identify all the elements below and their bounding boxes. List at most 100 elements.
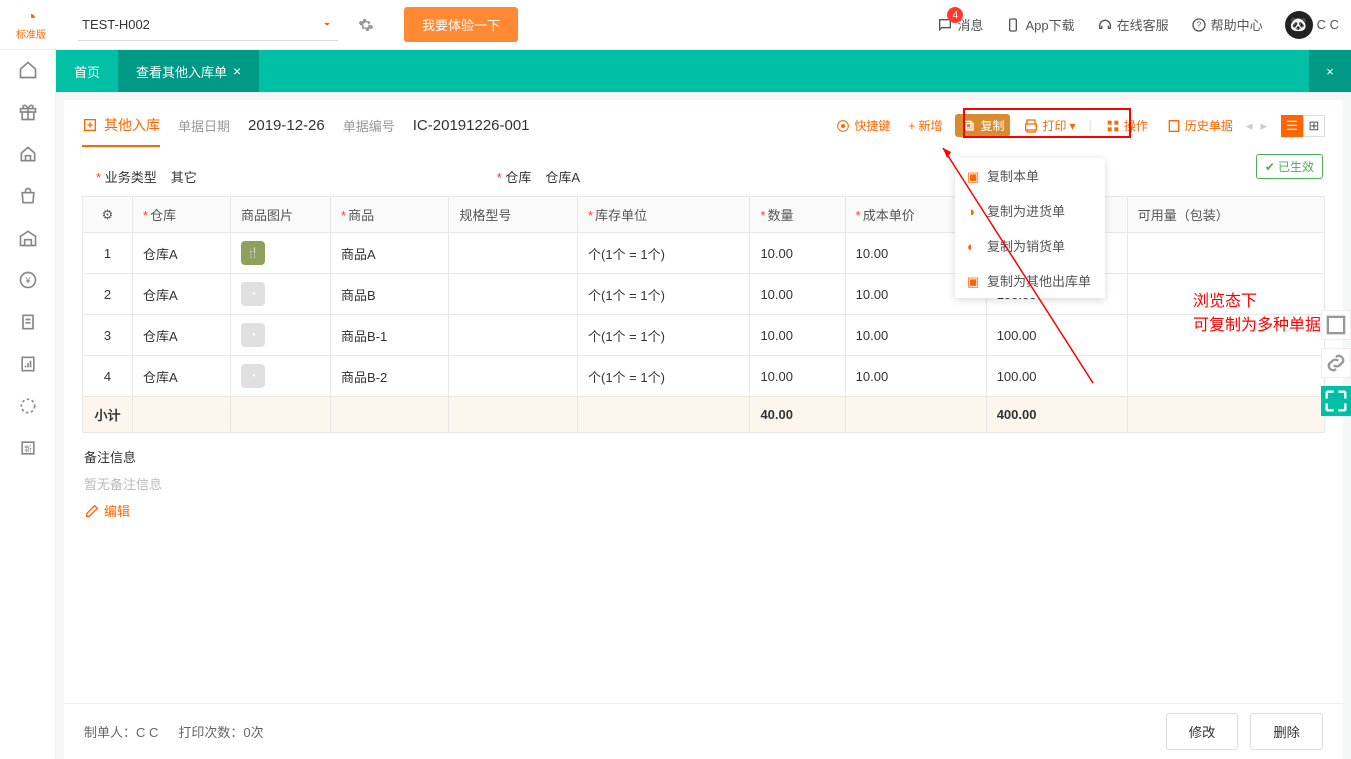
rail-link[interactable]: [1321, 348, 1351, 378]
status-badge: ✔ 已生效: [1256, 154, 1323, 179]
sales-icon: ◐: [967, 239, 981, 253]
copy-self[interactable]: ▣复制本单: [955, 158, 1105, 193]
col-avail: 可用量（包装）: [1127, 197, 1324, 233]
annotation-text: 浏览态下 可复制为多种单据: [1193, 290, 1321, 338]
clipboard-icon[interactable]: [18, 312, 38, 332]
biz-type-label: * 业务类型: [96, 167, 157, 186]
view-grid[interactable]: ⊞: [1303, 115, 1325, 137]
service-link[interactable]: 在线客服: [1097, 15, 1169, 34]
messages-link[interactable]: 消息 4: [937, 15, 983, 34]
no-value: IC-20191226-001: [413, 117, 530, 134]
wh-label: * 仓库: [497, 167, 532, 186]
close-icon[interactable]: ×: [233, 63, 241, 79]
view-list[interactable]: ☰: [1281, 115, 1303, 137]
product-thumb: ◔: [241, 282, 265, 306]
product-thumb: 🍴: [241, 241, 265, 265]
purchase-icon: ◑: [967, 204, 981, 218]
remark-empty: 暂无备注信息: [84, 474, 1323, 493]
logo[interactable]: ◔ 标准版: [12, 8, 50, 41]
annotation-box: [963, 108, 1131, 138]
date-label: 单据日期: [178, 116, 230, 135]
trial-button[interactable]: 我要体验一下: [404, 7, 518, 42]
home-icon[interactable]: [18, 60, 38, 80]
product-thumb: ◔: [241, 323, 265, 347]
headset-icon: [1097, 17, 1113, 33]
product-thumb: ◔: [241, 364, 265, 388]
tab-bar: 首页 查看其他入库单 × ×: [56, 50, 1351, 92]
org-name: TEST-H002: [82, 17, 150, 32]
logo-text: 标准版: [16, 26, 46, 41]
report-icon[interactable]: [18, 354, 38, 374]
copy-outbound[interactable]: ▣复制为其他出库单: [955, 263, 1105, 298]
gear-icon[interactable]: [358, 17, 374, 33]
money-icon[interactable]: ¥: [18, 270, 38, 290]
gear-icon: ⚙: [102, 207, 114, 222]
doc-type-tab[interactable]: 其他入库: [82, 115, 160, 147]
tab-current[interactable]: 查看其他入库单 ×: [118, 50, 259, 92]
logo-icon: ◔: [26, 8, 37, 26]
gear-small-icon: [835, 118, 851, 134]
edit-icon: [84, 503, 100, 519]
app-download-label: App下载: [1025, 15, 1074, 34]
col-unit: *库存单位: [578, 197, 750, 233]
doc-type-label: 其他入库: [104, 115, 160, 135]
subtotal-row: 小计 40.00400.00: [83, 397, 1325, 433]
col-wh: *仓库: [133, 197, 231, 233]
bag-icon[interactable]: [18, 186, 38, 206]
help-link[interactable]: ? 帮助中心: [1191, 15, 1263, 34]
tab-home[interactable]: 首页: [56, 50, 118, 92]
copy-sales[interactable]: ◐复制为销货单: [955, 228, 1105, 263]
rail-note[interactable]: [1321, 310, 1351, 340]
svg-text:?: ?: [1196, 20, 1201, 29]
creator-info: 制单人：C C: [84, 722, 158, 741]
table-row[interactable]: 4 仓库A ◔ 商品B-2 个(1个 = 1个) 10.00 10.00 100…: [83, 356, 1325, 397]
print-count-info: 打印次数：0次: [178, 722, 263, 741]
remark-title: 备注信息: [84, 447, 1323, 466]
shortcut-button[interactable]: 快捷键: [830, 114, 895, 137]
help-icon: ?: [1191, 17, 1207, 33]
table-row[interactable]: 2 仓库A ◔ 商品B 个(1个 = 1个) 10.00 10.00 100.0…: [83, 274, 1325, 315]
app-download-link[interactable]: App下载: [1005, 15, 1074, 34]
cycle-icon[interactable]: [18, 396, 38, 416]
tab-current-label: 查看其他入库单: [136, 62, 227, 81]
edit-remark-button[interactable]: 编辑: [84, 501, 1323, 520]
warehouse-icon[interactable]: [18, 228, 38, 248]
col-gear[interactable]: ⚙: [83, 197, 133, 233]
history-icon: [1166, 118, 1182, 134]
col-prod: *商品: [331, 197, 449, 233]
delete-button[interactable]: 删除: [1250, 713, 1323, 750]
nav-prev[interactable]: ◂: [1246, 118, 1253, 134]
service-label: 在线客服: [1117, 15, 1169, 34]
new-icon[interactable]: 新: [18, 438, 38, 458]
col-qty: *数量: [750, 197, 845, 233]
nav-next[interactable]: ▸: [1260, 118, 1267, 134]
modify-button[interactable]: 修改: [1166, 713, 1239, 750]
biz-type-value: 其它: [171, 167, 197, 186]
table-row[interactable]: 3 仓库A ◔ 商品B-1 个(1个 = 1个) 10.00 10.00 100…: [83, 315, 1325, 356]
date-value: 2019-12-26: [248, 117, 325, 134]
items-table: ⚙ *仓库 商品图片 *商品 规格型号 *库存单位 *数量 *成本单价 *成本金…: [82, 196, 1325, 433]
copy-dropdown: ▣复制本单 ◑复制为进货单 ◐复制为销货单 ▣复制为其他出库单: [955, 158, 1105, 298]
phone-icon: [1005, 17, 1021, 33]
copy-purchase[interactable]: ◑复制为进货单: [955, 193, 1105, 228]
col-img: 商品图片: [231, 197, 331, 233]
inbound-icon: [82, 117, 98, 133]
copy-doc-icon: ▣: [967, 169, 981, 183]
close-all-tabs[interactable]: ×: [1309, 50, 1351, 92]
user-name: C C: [1317, 17, 1339, 32]
outbound-icon: ▣: [967, 274, 981, 288]
check-icon: ✔: [1265, 160, 1275, 174]
rail-expand[interactable]: [1321, 386, 1351, 416]
org-select[interactable]: TEST-H002: [78, 9, 338, 41]
house-icon[interactable]: [18, 144, 38, 164]
wh-value: 仓库A: [545, 167, 580, 186]
table-row[interactable]: 1 仓库A 🍴 商品A 个(1个 = 1个) 10.00 10.00 100.0…: [83, 233, 1325, 274]
col-spec: 规格型号: [449, 197, 578, 233]
history-button[interactable]: 历史单据: [1161, 114, 1238, 137]
user-menu[interactable]: 🐼 C C: [1285, 11, 1339, 39]
gift-icon[interactable]: [18, 102, 38, 122]
svg-text:¥: ¥: [24, 275, 31, 285]
add-button[interactable]: +新增: [903, 114, 947, 137]
no-label: 单据编号: [343, 116, 395, 135]
chevron-down-icon: [320, 17, 334, 31]
